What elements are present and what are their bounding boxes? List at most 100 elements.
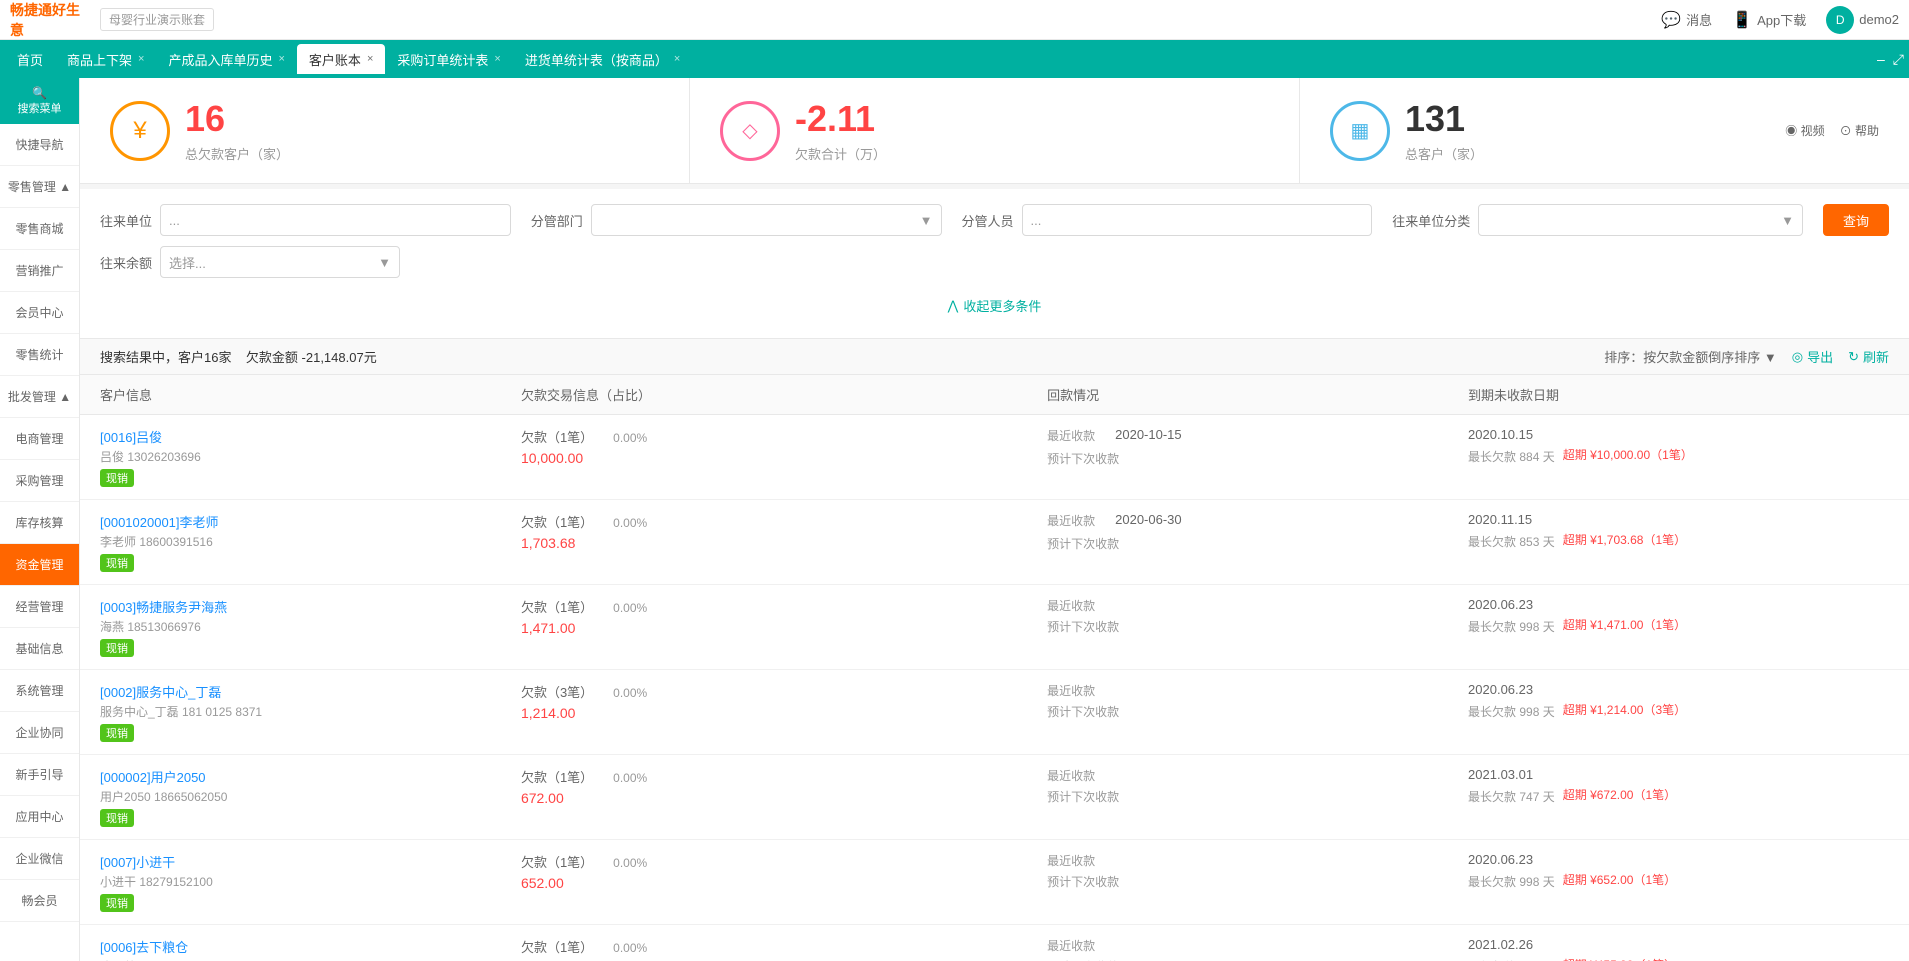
refresh-btn[interactable]: ↻ 刷新 (1848, 347, 1889, 366)
col-header-date: 到期未收款日期 (1468, 385, 1889, 404)
return-label-0: 最近收款 (1047, 427, 1095, 446)
tab-customer-account-close[interactable]: × (367, 53, 373, 65)
table-row: [0002]服务中心_丁磊 服务中心_丁磊 181 0125 8371 现销 欠… (80, 670, 1909, 755)
sidebar-item-inventory[interactable]: 库存核算 (0, 502, 79, 544)
tab-customer-account[interactable]: 客户账本 × (297, 44, 385, 74)
customer-phone-5: 小进干 18279152100 (100, 873, 521, 890)
sidebar-item-app-center[interactable]: 应用中心 (0, 796, 79, 838)
top-header: 畅捷通好生意 母婴行业演示账套 💬 消息 📱 App下载 D demo2 (0, 0, 1909, 40)
export-btn[interactable]: ◎ 导出 (1792, 347, 1833, 366)
customer-name-5[interactable]: [0007]小进干 (100, 855, 175, 870)
sidebar-search-label: 搜索菜单 (5, 100, 74, 116)
collapse-bar[interactable]: ⋀ 收起更多条件 (100, 288, 1889, 323)
category-select[interactable]: ▼ (1478, 204, 1803, 236)
sidebar-item-operation[interactable]: 经营管理 (0, 586, 79, 628)
overdue-date-0: 2020.10.15 (1468, 427, 1889, 442)
app-download-btn[interactable]: 📱 App下载 (1732, 10, 1806, 30)
tab-purchase-stats[interactable]: 进货单统计表（按商品） × (513, 44, 692, 74)
dept-label: 分管部门 (531, 211, 583, 230)
sidebar-item-finance[interactable]: 资金管理 (0, 544, 79, 586)
col-header-debt: 欠款交易信息（占比） (521, 385, 1047, 404)
tab-purchase-stats-close[interactable]: × (674, 53, 680, 65)
tab-minimize-icon[interactable]: – (1877, 51, 1885, 68)
sidebar-purchase-label: 采购管理 (15, 474, 63, 488)
return-info-6: 最近收款 (1047, 937, 1468, 954)
sidebar-item-retail-store[interactable]: 零售商城 (0, 208, 79, 250)
overdue-icon-circle: ¥ (110, 101, 170, 161)
customer-name-2[interactable]: [0003]畅捷服务尹海燕 (100, 600, 227, 615)
overdue-date-2: 2020.06.23 (1468, 597, 1889, 612)
tab-product-history-close[interactable]: × (278, 53, 284, 65)
customer-name-1[interactable]: [0001020001]李老师 (100, 515, 219, 530)
sidebar-item-system[interactable]: 系统管理 (0, 670, 79, 712)
overdue-link-4[interactable]: 超期 ¥672.00（1笔） (1563, 786, 1676, 805)
filter-balance: 往来余额 选择... ▼ (100, 246, 400, 278)
sidebar-item-retail-stats[interactable]: 零售统计 (0, 334, 79, 376)
help-btn[interactable]: ⊙ 帮助 (1840, 122, 1879, 139)
video-btn[interactable]: ◉ 视频 (1785, 122, 1824, 139)
sidebar-item-member[interactable]: 会员中心 (0, 292, 79, 334)
stat-info-total: 131 总客户（家） (1405, 98, 1483, 163)
debt-percent-3: 0.00% (613, 686, 647, 700)
stat-label-amount: 欠款合计（万） (795, 144, 886, 163)
stat-card-actions: ◉ 视频 ⊙ 帮助 (1785, 122, 1879, 139)
sidebar-item-vip-member[interactable]: 畅会员 (0, 880, 79, 922)
debt-cell-5: 欠款（1笔） 652.00 0.00% (521, 852, 1047, 895)
balance-select[interactable]: 选择... ▼ (160, 246, 400, 278)
search-button[interactable]: 查询 (1823, 204, 1889, 236)
date-cell-4: 2021.03.01 最长欠款 747 天 超期 ¥672.00（1笔） (1468, 767, 1889, 805)
tab-product-shelf-close[interactable]: × (138, 53, 144, 65)
table-header: 客户信息 欠款交易信息（占比） 回款情况 到期未收款日期 (80, 375, 1909, 415)
overdue-info-6: 最长欠款 750 天 超期 ¥455.90（1笔） (1468, 956, 1889, 961)
sidebar-item-purchase[interactable]: 采购管理 (0, 460, 79, 502)
dept-select[interactable]: ▼ (591, 204, 942, 236)
sidebar-item-basic-info[interactable]: 基础信息 (0, 628, 79, 670)
customer-tag-2: 现销 (100, 639, 134, 657)
stat-info-overdue: 16 总欠款客户（家） (185, 98, 289, 163)
tab-maximize-icon[interactable]: ⤢ (1893, 51, 1904, 68)
sidebar-item-marketing[interactable]: 营销推广 (0, 250, 79, 292)
stat-icon-amount: ◇ (720, 101, 780, 161)
overdue-link-3[interactable]: 超期 ¥1,214.00（3笔） (1563, 701, 1686, 720)
sidebar-quick-nav[interactable]: 快捷导航 (0, 124, 79, 166)
supplier-input[interactable]: ... (160, 204, 511, 236)
sidebar-item-newbie[interactable]: 新手引导 (0, 754, 79, 796)
overdue-link-1[interactable]: 超期 ¥1,703.68（1笔） (1563, 531, 1686, 550)
overdue-link-0[interactable]: 超期 ¥10,000.00（1笔） (1563, 446, 1693, 465)
sidebar-item-enterprise-wechat[interactable]: 企业微信 (0, 838, 79, 880)
refresh-label: 刷新 (1863, 347, 1889, 366)
sidebar-enterprise-wechat-label: 企业微信 (15, 852, 63, 866)
tab-product-history[interactable]: 产成品入库单历史 × (156, 44, 296, 74)
debt-count-0: 欠款（1笔） (521, 427, 593, 446)
sort-selector[interactable]: 排序：按欠款金额倒序排序 ▼ (1604, 347, 1777, 366)
tab-purchase-order-close[interactable]: × (494, 53, 500, 65)
amount-icon-circle: ◇ (720, 101, 780, 161)
customer-name-4[interactable]: [000002]用户2050 (100, 770, 206, 785)
dept-dropdown-icon: ▼ (920, 213, 933, 228)
tab-home[interactable]: 首页 (5, 44, 55, 74)
return-info-4: 最近收款 (1047, 767, 1468, 784)
sidebar-search[interactable]: 🔍 搜索菜单 (0, 78, 79, 124)
debt-info-3: 欠款（3笔） 1,214.00 (521, 682, 593, 725)
overdue-link-6[interactable]: 超期 ¥455.90（1笔） (1563, 956, 1676, 961)
overdue-link-2[interactable]: 超期 ¥1,471.00（1笔） (1563, 616, 1686, 635)
customer-cell-4: [000002]用户2050 用户2050 18665062050 现销 (100, 767, 521, 827)
customer-name-6[interactable]: [0006]去下粮仓 (100, 940, 188, 955)
message-btn[interactable]: 💬 消息 (1661, 10, 1712, 30)
debt-amount-1: 1,703.68 (521, 535, 593, 551)
user-menu[interactable]: D demo2 (1826, 6, 1899, 34)
overdue-link-5[interactable]: 超期 ¥652.00（1笔） (1563, 871, 1676, 890)
sidebar-item-ecommerce[interactable]: 电商管理 (0, 418, 79, 460)
sidebar-item-enterprise-collab[interactable]: 企业协同 (0, 712, 79, 754)
customer-name-3[interactable]: [0002]服务中心_丁磊 (100, 685, 221, 700)
tab-purchase-order[interactable]: 采购订单统计表 × (385, 44, 512, 74)
person-input[interactable]: ... (1022, 204, 1373, 236)
date-cell-3: 2020.06.23 最长欠款 998 天 超期 ¥1,214.00（3笔） (1468, 682, 1889, 720)
tab-product-shelf[interactable]: 商品上下架 × (55, 44, 156, 74)
sidebar-item-batch-mgmt[interactable]: 批发管理 ▲ (0, 376, 79, 418)
app-download-label: App下载 (1757, 10, 1806, 29)
filter-dept: 分管部门 ▼ (531, 204, 942, 236)
person-input-text: ... (1031, 213, 1042, 228)
sidebar-item-retail-mgmt[interactable]: 零售管理 ▲ (0, 166, 79, 208)
customer-name-0[interactable]: [0016]吕俊 (100, 430, 162, 445)
